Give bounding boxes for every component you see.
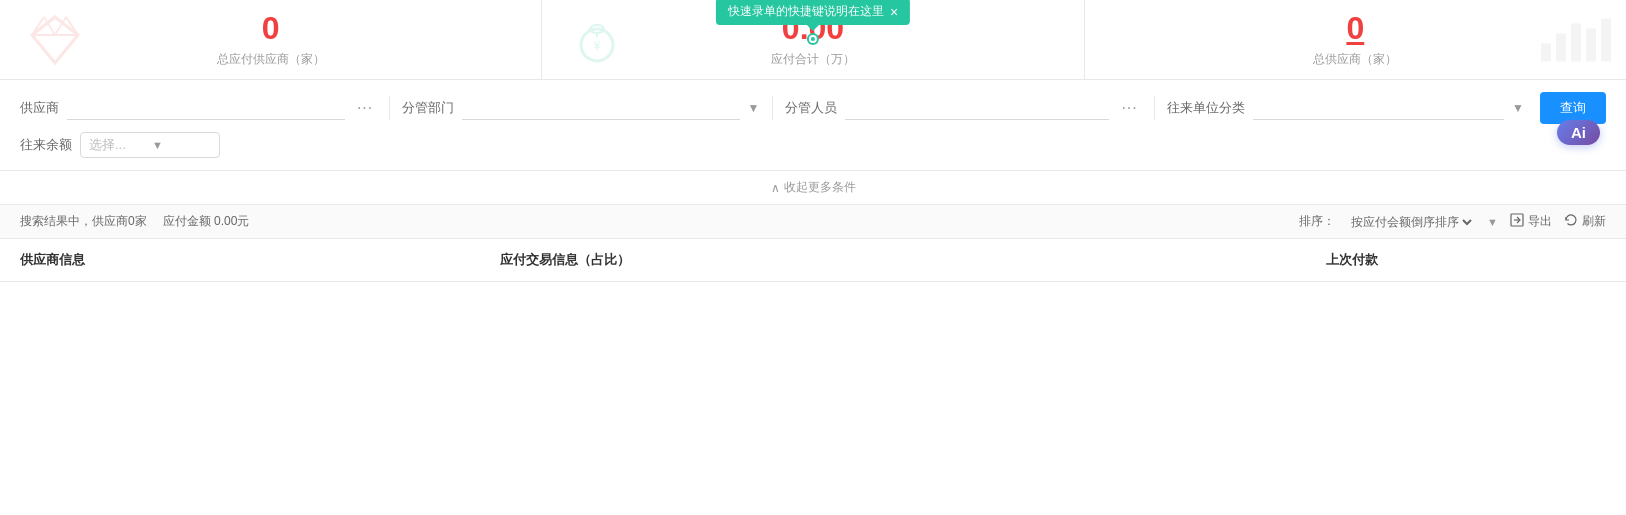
balance-placeholder: 选择... [89,136,148,154]
tooltip: 快速录单的快捷键说明在这里 × [716,0,910,25]
unit-category-input[interactable] [1253,96,1504,120]
filter-department: 分管部门 ▼ [402,96,759,120]
person-label: 分管人员 [785,99,837,117]
stat-payable-suppliers: 0 总应付供应商（家） [0,0,542,79]
tooltip-text: 快速录单的快捷键说明在这里 [728,3,884,20]
ai-badge[interactable]: Ai [1557,120,1600,145]
filter-unit-category: 往来单位分类 ▼ [1167,96,1524,120]
tooltip-dot [809,35,817,43]
table-body [0,282,1626,515]
summary-amount: 应付金额 0.00元 [163,213,250,230]
balance-label: 往来余额 [20,136,72,154]
results-actions: 排序： 按应付会额倒序排序 ▼ 导出 刷新 [1299,213,1606,230]
payable-suppliers-label: 总应付供应商（家） [217,51,325,68]
refresh-button[interactable]: 刷新 [1564,213,1606,230]
balance-arrow: ▼ [152,139,211,151]
collapse-up-icon: ∧ [771,181,780,195]
filter-row-1: 供应商 ··· 分管部门 ▼ 分管人员 ··· 往来单位分类 ▼ 查询 [20,92,1606,124]
supplier-label: 供应商 [20,99,59,117]
sort-label: 排序： [1299,213,1335,230]
summary-supplier: 搜索结果中，供应商0家 [20,213,147,230]
filter-area: 供应商 ··· 分管部门 ▼ 分管人员 ··· 往来单位分类 ▼ 查询 往 [0,80,1626,171]
stats-bar: 0 总应付供应商（家） ¥ 快速录单的快捷键说明在这里 × 0.00 应付合计（… [0,0,1626,80]
total-suppliers-count: 0 [1346,11,1364,46]
department-label: 分管部门 [402,99,454,117]
svg-rect-13 [1586,28,1596,61]
unit-category-label: 往来单位分类 [1167,99,1245,117]
supplier-dots[interactable]: ··· [353,99,377,117]
svg-rect-11 [1556,33,1566,61]
department-arrow[interactable]: ▼ [748,101,760,115]
sort-select[interactable]: 按应付会额倒序排序 [1347,214,1475,230]
person-dots[interactable]: ··· [1117,99,1141,117]
stat-payable-total: ¥ 快速录单的快捷键说明在这里 × 0.00 应付合计（万） [542,0,1084,79]
total-suppliers-label: 总供应商（家） [1313,51,1397,68]
payable-suppliers-count: 0 [262,11,280,46]
unit-category-arrow[interactable]: ▼ [1512,101,1524,115]
supplier-input[interactable] [67,96,345,120]
table-header: 供应商信息 应付交易信息（占比） 上次付款 [0,239,1626,282]
payable-total-label: 应付合计（万） [771,51,855,68]
export-label: 导出 [1528,213,1552,230]
export-icon [1510,213,1524,230]
divider-3 [1154,96,1155,120]
col-lastpay: 上次付款 [1326,251,1606,269]
tooltip-close-icon[interactable]: × [890,5,898,19]
results-bar: 搜索结果中，供应商0家 应付金额 0.00元 排序： 按应付会额倒序排序 ▼ 导… [0,205,1626,239]
balance-select[interactable]: 选择... ▼ [80,132,220,158]
divider-2 [772,96,773,120]
moneybag-icon: ¥ [572,15,622,65]
export-button[interactable]: 导出 [1510,213,1552,230]
collapse-label: 收起更多条件 [784,179,856,196]
col-payable: 应付交易信息（占比） [500,251,1326,269]
divider-1 [389,96,390,120]
results-summary: 搜索结果中，供应商0家 应付金额 0.00元 [20,213,249,230]
refresh-label: 刷新 [1582,213,1606,230]
col-supplier: 供应商信息 [20,251,500,269]
tooltip-bubble: 快速录单的快捷键说明在这里 × [716,0,910,25]
filter-supplier: 供应商 ··· [20,96,377,120]
svg-rect-10 [1541,43,1551,61]
svg-rect-14 [1601,18,1611,61]
person-input[interactable] [845,96,1110,120]
filter-person: 分管人员 ··· [785,96,1142,120]
svg-text:¥: ¥ [593,39,601,53]
refresh-icon [1564,213,1578,230]
sort-arrow: ▼ [1487,216,1498,228]
chart-bg-icon [1536,13,1616,66]
department-input[interactable] [462,96,739,120]
svg-rect-12 [1571,23,1581,61]
filter-row-2: 往来余额 选择... ▼ [20,132,1606,158]
diamond-icon [30,15,80,65]
collapse-button[interactable]: ∧ 收起更多条件 [759,177,868,198]
collapse-bar: ∧ 收起更多条件 [0,171,1626,205]
stat-total-suppliers: 0 总供应商（家） [1085,0,1626,79]
